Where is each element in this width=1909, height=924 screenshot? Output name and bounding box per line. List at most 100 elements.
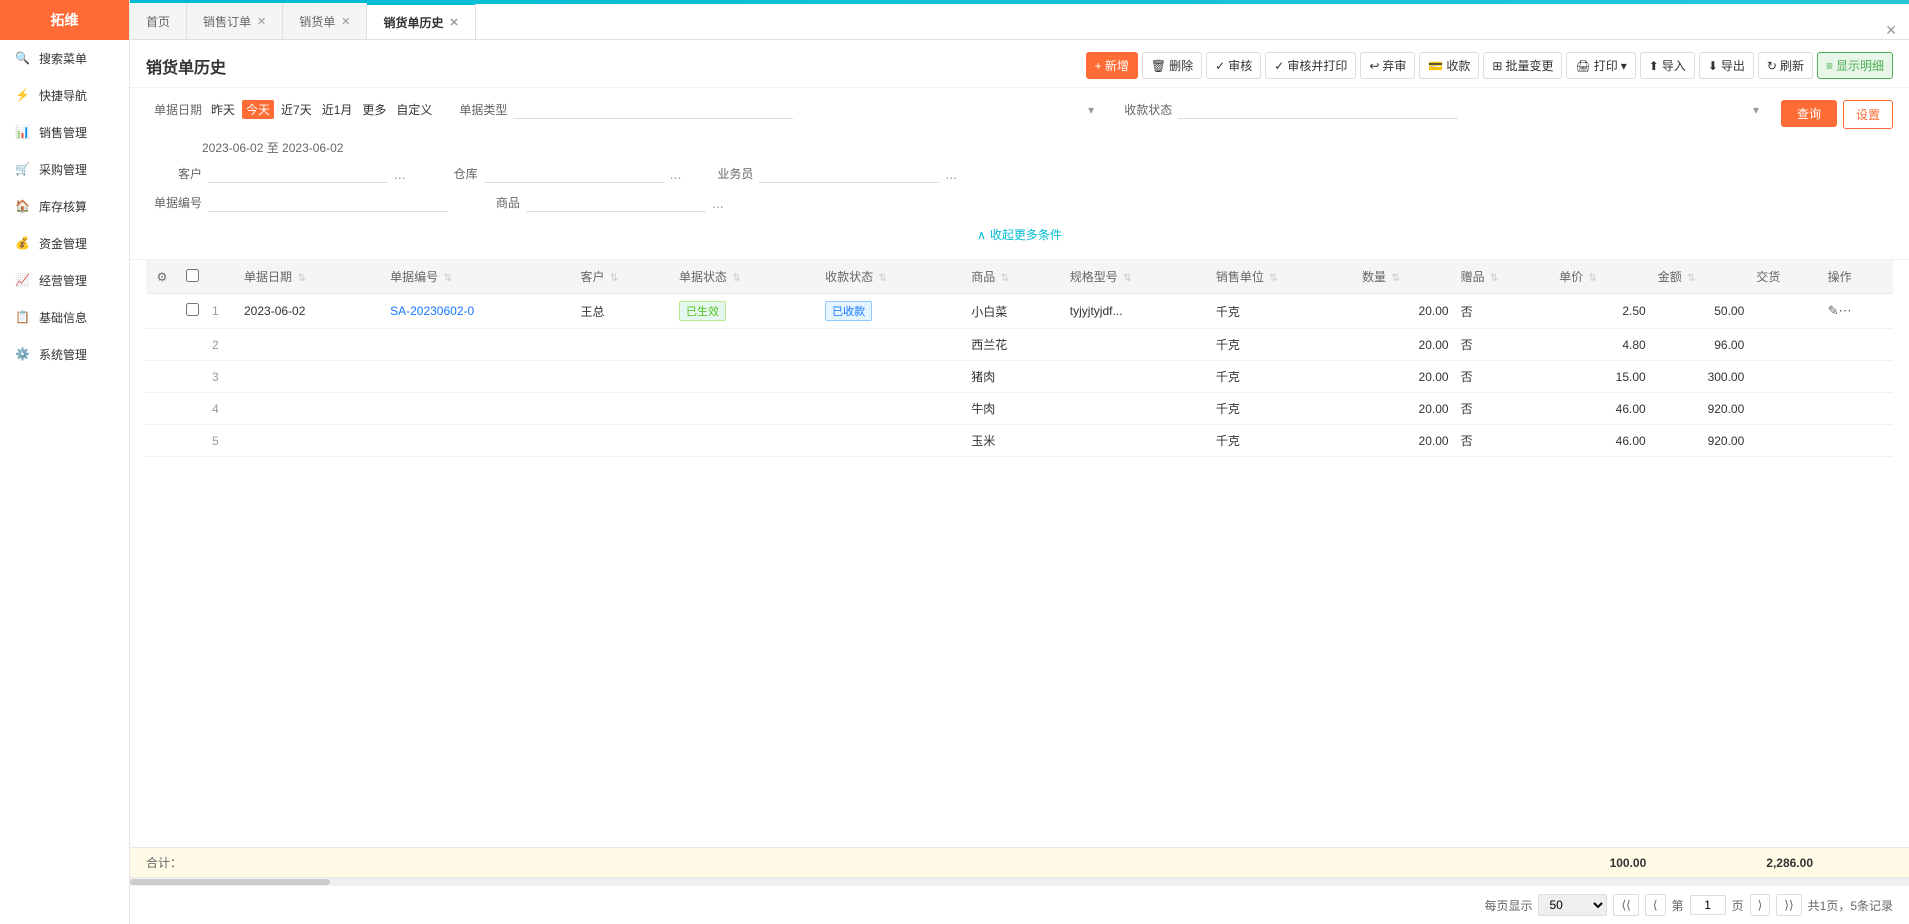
page-input[interactable] xyxy=(1690,895,1726,915)
row-checkbox[interactable] xyxy=(186,303,199,316)
row-docno-cell[interactable] xyxy=(384,329,574,361)
doctype-input[interactable] xyxy=(513,100,793,119)
row-check-cell[interactable] xyxy=(178,294,206,329)
row-goods-cell: 西兰花 xyxy=(965,329,1064,361)
filter-actions: 查询 设置 xyxy=(1781,100,1893,129)
row-docno-cell[interactable] xyxy=(384,361,574,393)
first-page-button[interactable]: ⟨⟨ xyxy=(1613,894,1638,916)
tab-sales-goods-close[interactable]: ✕ xyxy=(341,15,350,28)
tab-sales-history[interactable]: 销货单历史 ✕ xyxy=(367,3,475,39)
main-area: 首页 销售订单 ✕ 销货单 ✕ 销货单历史 ✕ ✕ 销货单历史 + 新增 🗑 删… xyxy=(130,0,1909,924)
tab-sales-order[interactable]: 销售订单 ✕ xyxy=(187,3,283,39)
audit-button[interactable]: ✓ 审核 xyxy=(1206,52,1261,79)
sidebar-item-operation[interactable]: 📈 经营管理 xyxy=(0,262,129,299)
sidebar-item-search[interactable]: 🔍 搜索菜单 xyxy=(0,40,129,77)
audit-print-button[interactable]: ✓ 审核并打印 xyxy=(1265,52,1356,79)
sidebar-item-finance[interactable]: 💰 资金管理 xyxy=(0,225,129,262)
doc-no-link[interactable]: SA-20230602-0 xyxy=(390,304,474,318)
gift-column-header[interactable]: 赠品 ⇅ xyxy=(1455,260,1554,294)
sidebar-item-purchase[interactable]: 🛒 采购管理 xyxy=(0,151,129,188)
page-content: 销货单历史 + 新增 🗑 删除 ✓ 审核 ✓ 审核并打印 ↩ 弃审 xyxy=(130,40,1909,924)
more-icon[interactable]: ⋯ xyxy=(1839,303,1852,318)
date-option-yesterday[interactable]: 昨天 xyxy=(208,100,238,119)
new-button[interactable]: + 新增 xyxy=(1086,52,1138,79)
row-collectstatus-cell xyxy=(819,361,965,393)
filter-row-3: 单据编号 商品 ... xyxy=(146,193,1893,212)
import-button[interactable]: ⬆ 导入 xyxy=(1640,52,1695,79)
export-button[interactable]: ⬇ 导出 xyxy=(1699,52,1754,79)
sidebar-item-base[interactable]: 📋 基础信息 xyxy=(0,299,129,336)
row-docdate-cell xyxy=(238,329,384,361)
row-unitprice-cell: 46.00 xyxy=(1553,393,1652,425)
docno-column-header[interactable]: 单据编号 ⇅ xyxy=(384,260,574,294)
customer-column-header[interactable]: 客户 ⇅ xyxy=(574,260,673,294)
refresh-button[interactable]: ↻ 刷新 xyxy=(1758,52,1813,79)
goods-column-header[interactable]: 商品 ⇅ xyxy=(965,260,1064,294)
salesperson-dots[interactable]: ... xyxy=(945,166,957,182)
prev-page-button[interactable]: ⟨ xyxy=(1645,894,1666,916)
docdate-column-header[interactable]: 单据日期 ⇅ xyxy=(238,260,384,294)
date-option-more[interactable]: 更多 xyxy=(359,100,389,119)
customer-dots[interactable]: ... xyxy=(394,166,406,182)
print-button[interactable]: 🖨 打印 ▾ xyxy=(1566,52,1635,79)
date-option-7days[interactable]: 近7天 xyxy=(278,100,315,119)
sidebar-item-label-finance: 资金管理 xyxy=(39,235,87,252)
delete-button[interactable]: 🗑 删除 xyxy=(1142,52,1202,79)
sidebar-item-quicknav[interactable]: ⚡ 快捷导航 xyxy=(0,77,129,114)
tab-bar-end[interactable]: ✕ xyxy=(1873,22,1909,39)
doctype-label: 单据类型 xyxy=(451,101,507,118)
collectstatus-column-header[interactable]: 收款状态 ⇅ xyxy=(819,260,965,294)
unit-column-header[interactable]: 销售单位 ⇅ xyxy=(1210,260,1356,294)
row-action-cell xyxy=(1822,425,1893,457)
abandon-button[interactable]: ↩ 弃审 xyxy=(1360,52,1415,79)
warehouse-input[interactable] xyxy=(484,164,664,183)
date-option-custom[interactable]: 自定义 xyxy=(393,100,435,119)
date-option-today[interactable]: 今天 xyxy=(242,100,274,119)
select-all-checkbox[interactable] xyxy=(186,269,199,282)
row-docno-cell[interactable] xyxy=(384,393,574,425)
salesperson-input[interactable] xyxy=(759,164,939,183)
row-check-cell[interactable] xyxy=(178,329,206,361)
settings-button[interactable]: 设置 xyxy=(1843,100,1893,129)
row-check-cell[interactable] xyxy=(178,393,206,425)
sidebar-item-label-inventory: 库存核算 xyxy=(39,198,87,215)
goods-dots[interactable]: ... xyxy=(712,195,724,211)
amount-column-header[interactable]: 金额 ⇅ xyxy=(1652,260,1751,294)
tab-sales-order-close[interactable]: ✕ xyxy=(257,15,266,28)
horizontal-scrollbar[interactable] xyxy=(130,877,1909,885)
sidebar-item-inventory[interactable]: 🏠 库存核算 xyxy=(0,188,129,225)
row-check-cell[interactable] xyxy=(178,425,206,457)
sidebar-item-system[interactable]: ⚙️ 系统管理 xyxy=(0,336,129,373)
row-docno-cell[interactable] xyxy=(384,425,574,457)
unitprice-column-header[interactable]: 单价 ⇅ xyxy=(1553,260,1652,294)
edit-icon[interactable]: ✎ xyxy=(1828,303,1839,318)
sidebar-item-label-sales: 销售管理 xyxy=(39,124,87,141)
tab-home[interactable]: 首页 xyxy=(130,3,187,39)
per-page-select[interactable]: 50 100 200 xyxy=(1538,894,1607,916)
docno-input[interactable] xyxy=(208,193,448,212)
sidebar-item-sales[interactable]: 📊 销售管理 xyxy=(0,114,129,151)
row-unit-cell: 千克 xyxy=(1210,294,1356,329)
date-option-1month[interactable]: 近1月 xyxy=(319,100,356,119)
row-check-cell[interactable] xyxy=(178,361,206,393)
next-page-button[interactable]: ⟩ xyxy=(1750,894,1771,916)
scrollbar-thumb[interactable] xyxy=(130,879,330,885)
show-detail-button[interactable]: ≡ 显示明细 xyxy=(1817,52,1893,79)
tab-sales-history-close[interactable]: ✕ xyxy=(450,16,459,29)
row-gear-cell xyxy=(146,329,178,361)
gear-column-header[interactable]: ⚙ xyxy=(146,260,178,294)
row-docno-cell[interactable]: SA-20230602-0 xyxy=(384,294,574,329)
customer-input[interactable] xyxy=(208,164,388,183)
batch-change-button[interactable]: ⊞ 批量变更 xyxy=(1483,52,1562,79)
query-button[interactable]: 查询 xyxy=(1781,100,1837,127)
goods-input[interactable] xyxy=(526,193,706,212)
collect-button[interactable]: 💳 收款 xyxy=(1419,52,1479,79)
collapse-btn[interactable]: ∧ 收起更多条件 xyxy=(146,222,1893,247)
last-page-button[interactable]: ⟩⟩ xyxy=(1776,894,1801,916)
qty-column-header[interactable]: 数量 ⇅ xyxy=(1356,260,1455,294)
spec-column-header[interactable]: 规格型号 ⇅ xyxy=(1064,260,1210,294)
tab-sales-goods[interactable]: 销货单 ✕ xyxy=(283,3,367,39)
collect-status-input[interactable] xyxy=(1178,100,1458,119)
warehouse-dots[interactable]: ... xyxy=(670,166,682,182)
docstatus-column-header[interactable]: 单据状态 ⇅ xyxy=(673,260,819,294)
